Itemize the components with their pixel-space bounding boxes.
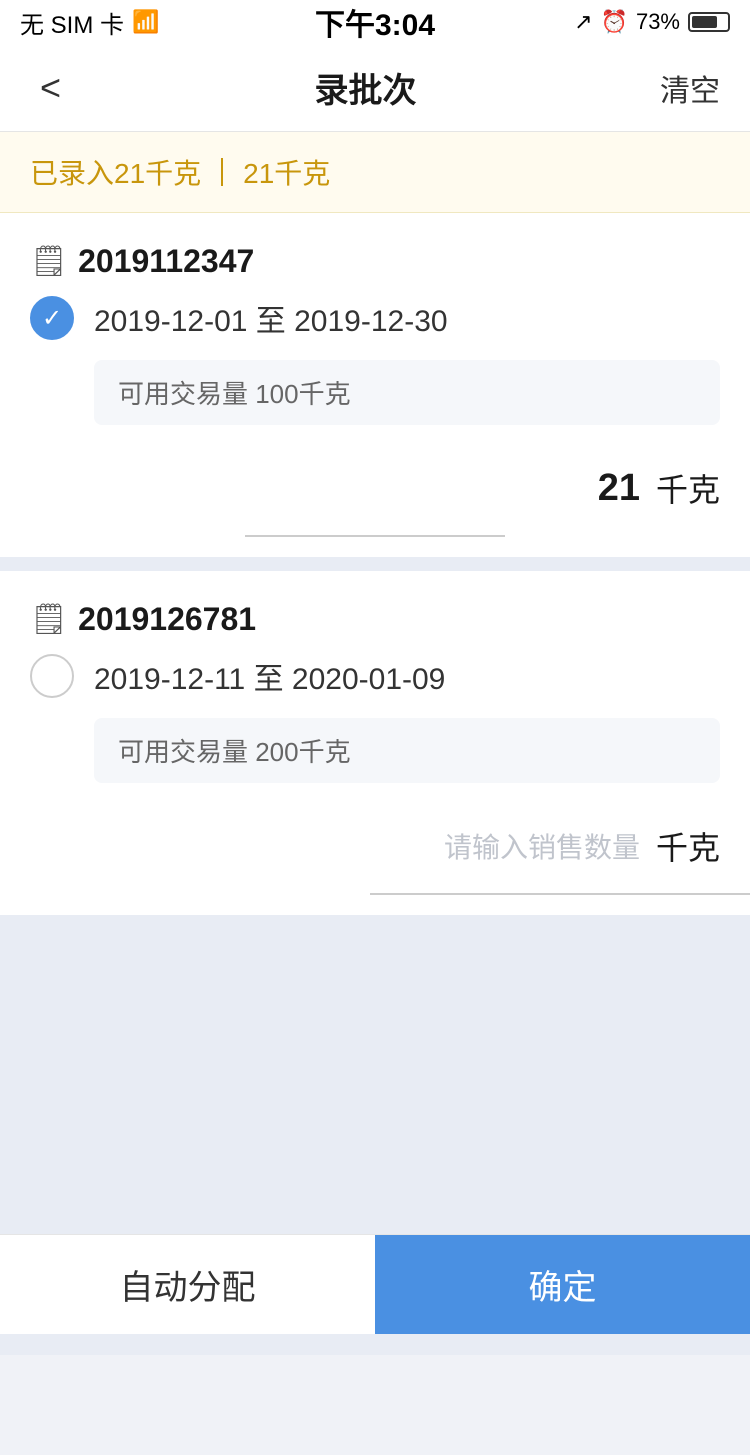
recorded-label: 已录入21千克 — [30, 152, 201, 192]
batch-date-2: 2019-12-11 至 2020-01-09 — [94, 654, 445, 698]
bottom-bar: 自动分配 确定 — [0, 1234, 750, 1334]
batch-card-2: 🗒 2019126781 2019-12-11 至 2020-01-09 可用交… — [0, 571, 750, 915]
confirm-button[interactable]: 确定 — [375, 1235, 750, 1334]
status-time: 下午3:04 — [315, 0, 435, 44]
qty-value-1[interactable]: 21 — [598, 467, 640, 510]
wifi-icon: 📶 — [132, 9, 159, 35]
batch-id-row-2: 🗒 2019126781 — [30, 601, 720, 638]
qty-unit-1: 千克 — [656, 465, 720, 511]
batch-date-row-2: 2019-12-11 至 2020-01-09 — [30, 654, 720, 698]
banner-divider — [221, 158, 223, 186]
status-left: 无 SIM 卡 📶 — [20, 5, 159, 40]
batch-date-1: 2019-12-01 至 2019-12-30 — [94, 296, 448, 340]
battery-percent: 73% — [636, 9, 680, 35]
radio-1[interactable]: ✓ — [30, 296, 74, 340]
batch-id-row-1: 🗒 2019112347 — [30, 243, 720, 280]
available-qty-2: 可用交易量 200千克 — [94, 718, 720, 783]
qty-unit-2: 千克 — [656, 823, 720, 869]
carrier-text: 无 SIM 卡 — [20, 5, 124, 40]
doc-icon-2: 🗒 — [30, 602, 68, 637]
available-qty-1: 可用交易量 100千克 — [94, 360, 720, 425]
check-icon-1: ✓ — [42, 304, 62, 333]
clear-button[interactable]: 清空 — [660, 66, 720, 110]
batch-card-1: 🗒 2019112347 ✓ 2019-12-01 至 2019-12-30 可… — [0, 213, 750, 557]
location-icon: ↗ — [574, 9, 592, 35]
page-title: 录批次 — [315, 63, 417, 112]
nav-bar: < 录批次 清空 — [0, 44, 750, 132]
back-button[interactable]: < — [30, 57, 71, 119]
qty-input-row-1: 21 千克 — [0, 445, 750, 535]
batch-date-row-1: ✓ 2019-12-01 至 2019-12-30 — [30, 296, 720, 340]
radio-2[interactable] — [30, 654, 74, 698]
status-right: ↗ ⏰ 73% — [574, 9, 730, 35]
total-label: 21千克 — [243, 152, 330, 192]
qty-placeholder-2[interactable]: 请输入销售数量 — [444, 826, 640, 866]
qty-input-row-2: 请输入销售数量 千克 — [0, 803, 750, 893]
section-divider — [0, 557, 750, 571]
battery-icon — [688, 12, 730, 32]
batch-id-1: 2019112347 — [78, 243, 254, 280]
status-bar: 无 SIM 卡 📶 下午3:04 ↗ ⏰ 73% — [0, 0, 750, 44]
doc-icon-1: 🗒 — [30, 244, 68, 279]
info-banner: 已录入21千克 21千克 — [0, 132, 750, 213]
auto-distribute-button[interactable]: 自动分配 — [0, 1235, 375, 1334]
alarm-icon: ⏰ — [601, 9, 628, 35]
batch-id-2: 2019126781 — [78, 601, 256, 638]
